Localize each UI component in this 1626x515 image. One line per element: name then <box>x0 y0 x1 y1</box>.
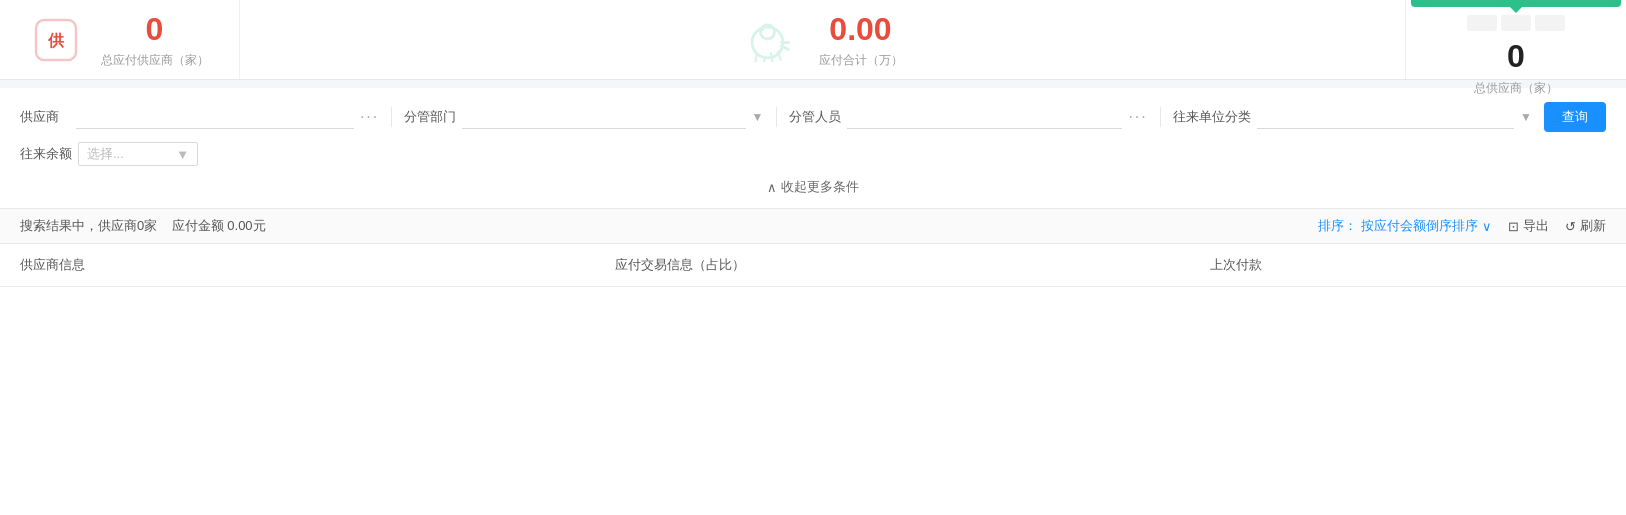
filter-unit-category: 往来单位分类 ▼ <box>1173 105 1532 129</box>
total-suppliers-label: 总供应商（家） <box>1474 80 1558 97</box>
collapse-icon: ∧ <box>767 180 777 195</box>
col-payable-header: 应付交易信息（占比） <box>615 256 1210 274</box>
filter-row-2: 往来余额 选择... ▼ <box>20 142 1606 166</box>
unit-category-arrow[interactable]: ▼ <box>1520 110 1532 124</box>
stat-payable-total: 0.00 应付合计（万） <box>240 0 1406 79</box>
svg-point-6 <box>761 29 764 32</box>
department-label: 分管部门 <box>404 108 456 126</box>
sort-label: 排序： <box>1318 217 1357 235</box>
results-amount-text: 应付金额 0.00元 <box>172 218 266 233</box>
tooltip-bubble: 快速录单的快捷键说明在这里 × <box>1411 0 1621 7</box>
export-icon: ⊡ <box>1508 219 1519 234</box>
filter-row-1: 供应商 ··· 分管部门 ▼ 分管人员 ··· 往来单位分类 ▼ 查询 <box>20 102 1606 132</box>
svg-text:供: 供 <box>47 32 65 49</box>
ghost-btn-3 <box>1535 15 1565 31</box>
total-payable-suppliers-value: 0 <box>146 10 164 48</box>
filter-supplier: 供应商 ··· <box>20 105 379 129</box>
logo-icon: 供 <box>31 15 81 65</box>
balance-placeholder: 选择... <box>87 145 124 163</box>
query-button[interactable]: 查询 <box>1544 102 1606 132</box>
divider-1 <box>391 107 392 127</box>
collapse-btn[interactable]: ∧ 收起更多条件 <box>20 174 1606 200</box>
sort-arrow: ∨ <box>1482 219 1492 234</box>
results-summary: 搜索结果中，供应商0家 应付金额 0.00元 <box>20 217 266 235</box>
results-summary-text: 搜索结果中，供应商0家 <box>20 218 157 233</box>
payable-total-label: 应付合计（万） <box>819 52 903 69</box>
col-supplier-header: 供应商信息 <box>20 256 615 274</box>
table-body <box>0 287 1626 515</box>
person-dots-btn[interactable]: ··· <box>1128 108 1147 126</box>
table-area: 供应商信息 应付交易信息（占比） 上次付款 <box>0 244 1626 515</box>
col-lastpay-header: 上次付款 <box>1210 256 1607 274</box>
export-btn[interactable]: ⊡ 导出 <box>1508 217 1549 235</box>
supplier-input[interactable] <box>76 105 354 129</box>
filter-department: 分管部门 ▼ <box>404 105 763 129</box>
person-input[interactable] <box>847 105 1123 129</box>
supplier-label: 供应商 <box>20 108 70 126</box>
ghost-btn-2 <box>1501 15 1531 31</box>
balance-arrow: ▼ <box>176 147 189 162</box>
balance-select[interactable]: 选择... ▼ <box>78 142 198 166</box>
refresh-icon: ↺ <box>1565 219 1576 234</box>
tooltip-wrapper: 快速录单的快捷键说明在这里 × 0 总供应商（家） <box>1411 0 1621 97</box>
ghost-buttons <box>1467 15 1565 31</box>
person-label: 分管人员 <box>789 108 841 126</box>
table-header: 供应商信息 应付交易信息（占比） 上次付款 <box>0 244 1626 287</box>
supplier-dots-btn[interactable]: ··· <box>360 108 379 126</box>
ghost-btn-1 <box>1467 15 1497 31</box>
stat-total-suppliers: 快速录单的快捷键说明在这里 × 0 总供应商（家） <box>1406 0 1626 79</box>
stat-payable-suppliers: 供 0 总应付供应商（家） <box>0 0 240 79</box>
sort-value: 按应付会额倒序排序 <box>1361 217 1478 235</box>
sort-select[interactable]: 排序： 按应付会额倒序排序 ∨ <box>1318 217 1492 235</box>
results-bar: 搜索结果中，供应商0家 应付金额 0.00元 排序： 按应付会额倒序排序 ∨ ⊡… <box>0 209 1626 244</box>
tooltip-close-btn[interactable]: × <box>1583 0 1591 2</box>
total-payable-suppliers-label: 总应付供应商（家） <box>101 52 209 69</box>
refresh-label: 刷新 <box>1580 217 1606 235</box>
department-arrow[interactable]: ▼ <box>752 110 764 124</box>
refresh-btn[interactable]: ↺ 刷新 <box>1565 217 1606 235</box>
payable-total-value: 0.00 <box>829 10 891 48</box>
stats-bar: 供 0 总应付供应商（家） 0.00 应付合计（万） <box>0 0 1626 80</box>
department-input[interactable] <box>462 105 745 129</box>
total-suppliers-value: 0 <box>1507 37 1525 75</box>
unit-category-label: 往来单位分类 <box>1173 108 1251 126</box>
divider-3 <box>1160 107 1161 127</box>
collapse-text: 收起更多条件 <box>781 178 859 196</box>
balance-label: 往来余额 <box>20 145 72 163</box>
filter-balance: 往来余额 选择... ▼ <box>20 142 198 166</box>
export-label: 导出 <box>1523 217 1549 235</box>
divider-2 <box>776 107 777 127</box>
filter-person: 分管人员 ··· <box>789 105 1148 129</box>
tooltip-text: 快速录单的快捷键说明在这里 <box>1421 0 1577 3</box>
filter-area: 供应商 ··· 分管部门 ▼ 分管人员 ··· 往来单位分类 ▼ 查询 <box>0 88 1626 209</box>
results-actions: 排序： 按应付会额倒序排序 ∨ ⊡ 导出 ↺ 刷新 <box>1318 217 1606 235</box>
unit-category-input[interactable] <box>1257 105 1514 129</box>
piggy-icon <box>743 11 799 67</box>
